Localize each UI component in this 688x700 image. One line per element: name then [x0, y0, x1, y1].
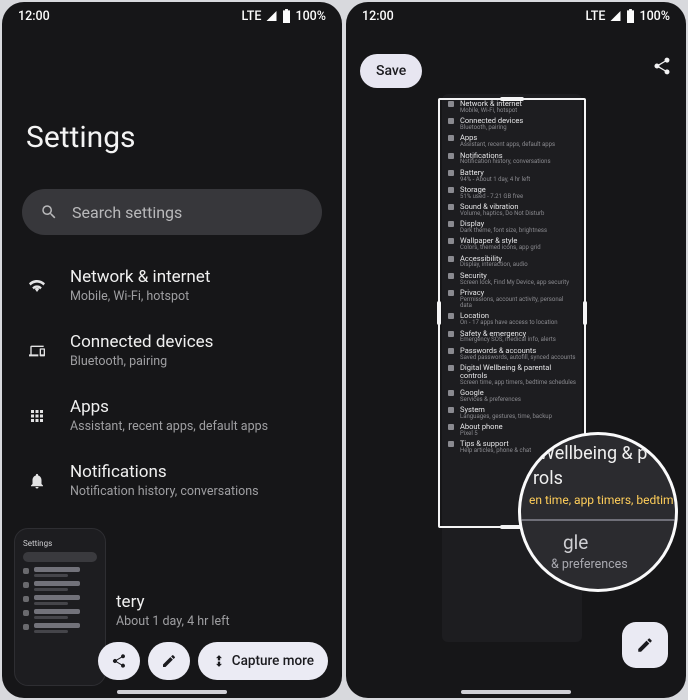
- row-title: tery: [116, 592, 230, 612]
- share-icon: [652, 56, 672, 76]
- mag-sub: & preferences: [551, 557, 628, 572]
- bell-icon: [28, 471, 46, 491]
- signal-icon: [609, 10, 622, 22]
- row-title: Apps: [70, 397, 268, 417]
- capture-more-label: Capture more: [232, 653, 314, 669]
- apps-icon: [28, 407, 46, 425]
- status-time: 12:00: [18, 9, 50, 24]
- pencil-icon: [161, 653, 177, 669]
- row-notifications[interactable]: Notifications Notification history, conve…: [2, 448, 342, 513]
- status-battery: 100%: [295, 9, 326, 24]
- page-title: Settings: [26, 120, 342, 155]
- status-network: LTE: [586, 9, 606, 24]
- nav-home-indicator: [461, 690, 571, 694]
- phone-left-settings: 12:00 LTE 100% Settings Search settings …: [2, 2, 342, 698]
- status-bar: 12:00 LTE 100%: [2, 2, 342, 30]
- expand-icon: [212, 653, 226, 669]
- pencil-icon: [636, 636, 654, 654]
- save-button[interactable]: Save: [360, 54, 422, 88]
- share-icon: [111, 653, 127, 669]
- row-apps[interactable]: Apps Assistant, recent apps, default apps: [2, 383, 342, 448]
- row-sub: About 1 day, 4 hr left: [116, 614, 230, 629]
- status-time: 12:00: [362, 9, 394, 24]
- save-label: Save: [376, 63, 406, 79]
- capture-more-button[interactable]: Capture more: [198, 642, 328, 680]
- row-network[interactable]: Network & internet Mobile, Wi-Fi, hotspot: [2, 253, 342, 318]
- devices-icon: [27, 343, 47, 359]
- status-bar: 12:00 LTE 100%: [346, 2, 686, 30]
- status-battery: 100%: [639, 9, 670, 24]
- screenshot-thumbnail[interactable]: Settings: [14, 528, 106, 686]
- row-sub: Bluetooth, pairing: [70, 354, 213, 369]
- status-network: LTE: [242, 9, 262, 24]
- crop-handle-right[interactable]: [583, 301, 587, 325]
- row-connected-devices[interactable]: Connected devices Bluetooth, pairing: [2, 318, 342, 383]
- status-right: LTE 100%: [586, 9, 670, 24]
- row-sub: Mobile, Wi-Fi, hotspot: [70, 289, 210, 304]
- thumb-title: Settings: [23, 539, 97, 548]
- magnifier-lens: Wellbeing & p rols en time, app timers, …: [518, 432, 678, 592]
- mag-sub: en time, app timers, bedtim: [529, 493, 674, 507]
- status-right: LTE 100%: [242, 9, 326, 24]
- edit-button[interactable]: [148, 642, 190, 680]
- row-title: Notifications: [70, 462, 259, 482]
- crop-handle-top[interactable]: [500, 97, 524, 101]
- row-title: Connected devices: [70, 332, 213, 352]
- wifi-icon: [27, 278, 47, 294]
- share-button[interactable]: [652, 56, 672, 80]
- mag-line: gle: [563, 531, 588, 554]
- mag-line: Wellbeing & p: [539, 443, 647, 464]
- share-button[interactable]: [98, 642, 140, 680]
- row-title: Network & internet: [70, 267, 210, 287]
- row-sub: Notification history, conversations: [70, 484, 259, 499]
- thumb-search: [23, 552, 97, 562]
- phone-right-crop: 12:00 LTE 100% Save Network & internetMo…: [346, 2, 686, 698]
- mag-divider: [521, 519, 675, 521]
- battery-icon: [282, 9, 291, 23]
- search-settings[interactable]: Search settings: [22, 189, 322, 235]
- signal-icon: [265, 10, 278, 22]
- row-sub: Assistant, recent apps, default apps: [70, 419, 268, 434]
- search-placeholder: Search settings: [72, 203, 182, 222]
- nav-home-indicator: [117, 690, 227, 694]
- search-icon: [40, 203, 58, 221]
- battery-icon: [626, 9, 635, 23]
- crop-handle-left[interactable]: [437, 301, 441, 325]
- mag-line: rols: [533, 468, 563, 489]
- edit-fab[interactable]: [622, 622, 668, 668]
- settings-list: Network & internet Mobile, Wi-Fi, hotspot…: [2, 253, 342, 513]
- screenshot-actions: Capture more: [98, 642, 328, 680]
